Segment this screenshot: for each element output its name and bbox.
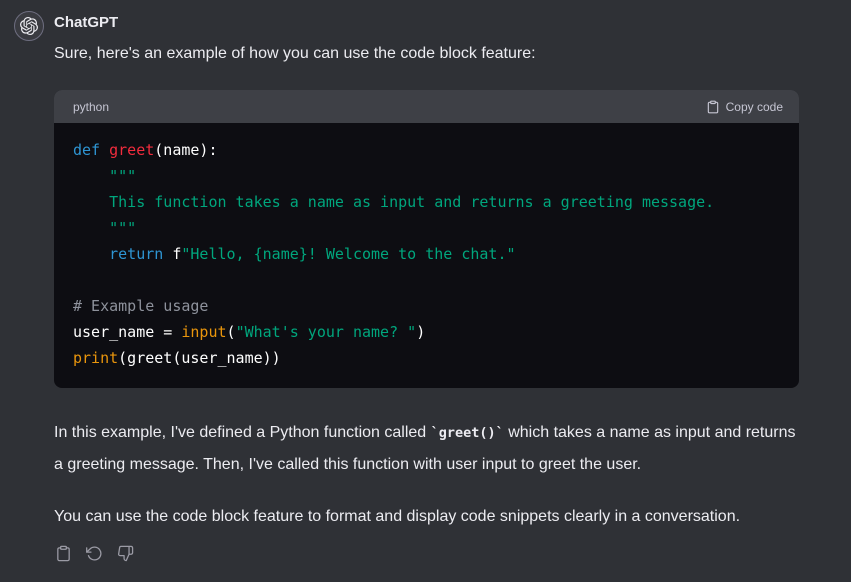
inline-code-greet: `greet()`: [431, 425, 504, 441]
copy-code-button[interactable]: Copy code: [706, 100, 783, 114]
clipboard-icon: [55, 545, 72, 562]
code-line: This function takes a name as input and …: [73, 189, 781, 215]
code-line: """: [73, 215, 781, 241]
code-line: user_name = input("What's your name? "): [73, 319, 781, 345]
message-paragraph-1: In this example, I've defined a Python f…: [54, 417, 799, 480]
code-language-label: python: [73, 100, 109, 114]
message-paragraph-2: You can use the code block feature to fo…: [54, 501, 799, 532]
clipboard-icon: [706, 100, 720, 114]
copy-code-label: Copy code: [726, 100, 783, 114]
openai-logo-icon: [20, 17, 38, 35]
paragraph-text: In this example, I've defined a Python f…: [54, 424, 431, 441]
code-block-header: python Copy code: [54, 90, 799, 123]
code-line: # Example usage: [73, 293, 781, 319]
copy-message-button[interactable]: [55, 545, 72, 562]
thumbs-down-button[interactable]: [117, 545, 134, 562]
code-block: python Copy code def greet(name): """ Th…: [54, 90, 799, 388]
code-line: [73, 267, 781, 293]
code-content: def greet(name): """ This function takes…: [54, 123, 799, 388]
code-line: """: [73, 163, 781, 189]
sender-name: ChatGPT: [54, 13, 799, 33]
code-line: print(greet(user_name)): [73, 345, 781, 371]
message-intro: Sure, here's an example of how you can u…: [54, 42, 799, 66]
assistant-message: ChatGPT Sure, here's an example of how y…: [0, 0, 851, 562]
regenerate-button[interactable]: [86, 545, 103, 562]
code-line: def greet(name):: [73, 137, 781, 163]
regenerate-icon: [86, 545, 103, 562]
chatgpt-avatar: [14, 11, 44, 41]
message-content: ChatGPT Sure, here's an example of how y…: [54, 10, 799, 562]
thumbs-down-icon: [117, 545, 134, 562]
message-actions-bar: [54, 545, 799, 562]
code-line: return f"Hello, {name}! Welcome to the c…: [73, 241, 781, 267]
